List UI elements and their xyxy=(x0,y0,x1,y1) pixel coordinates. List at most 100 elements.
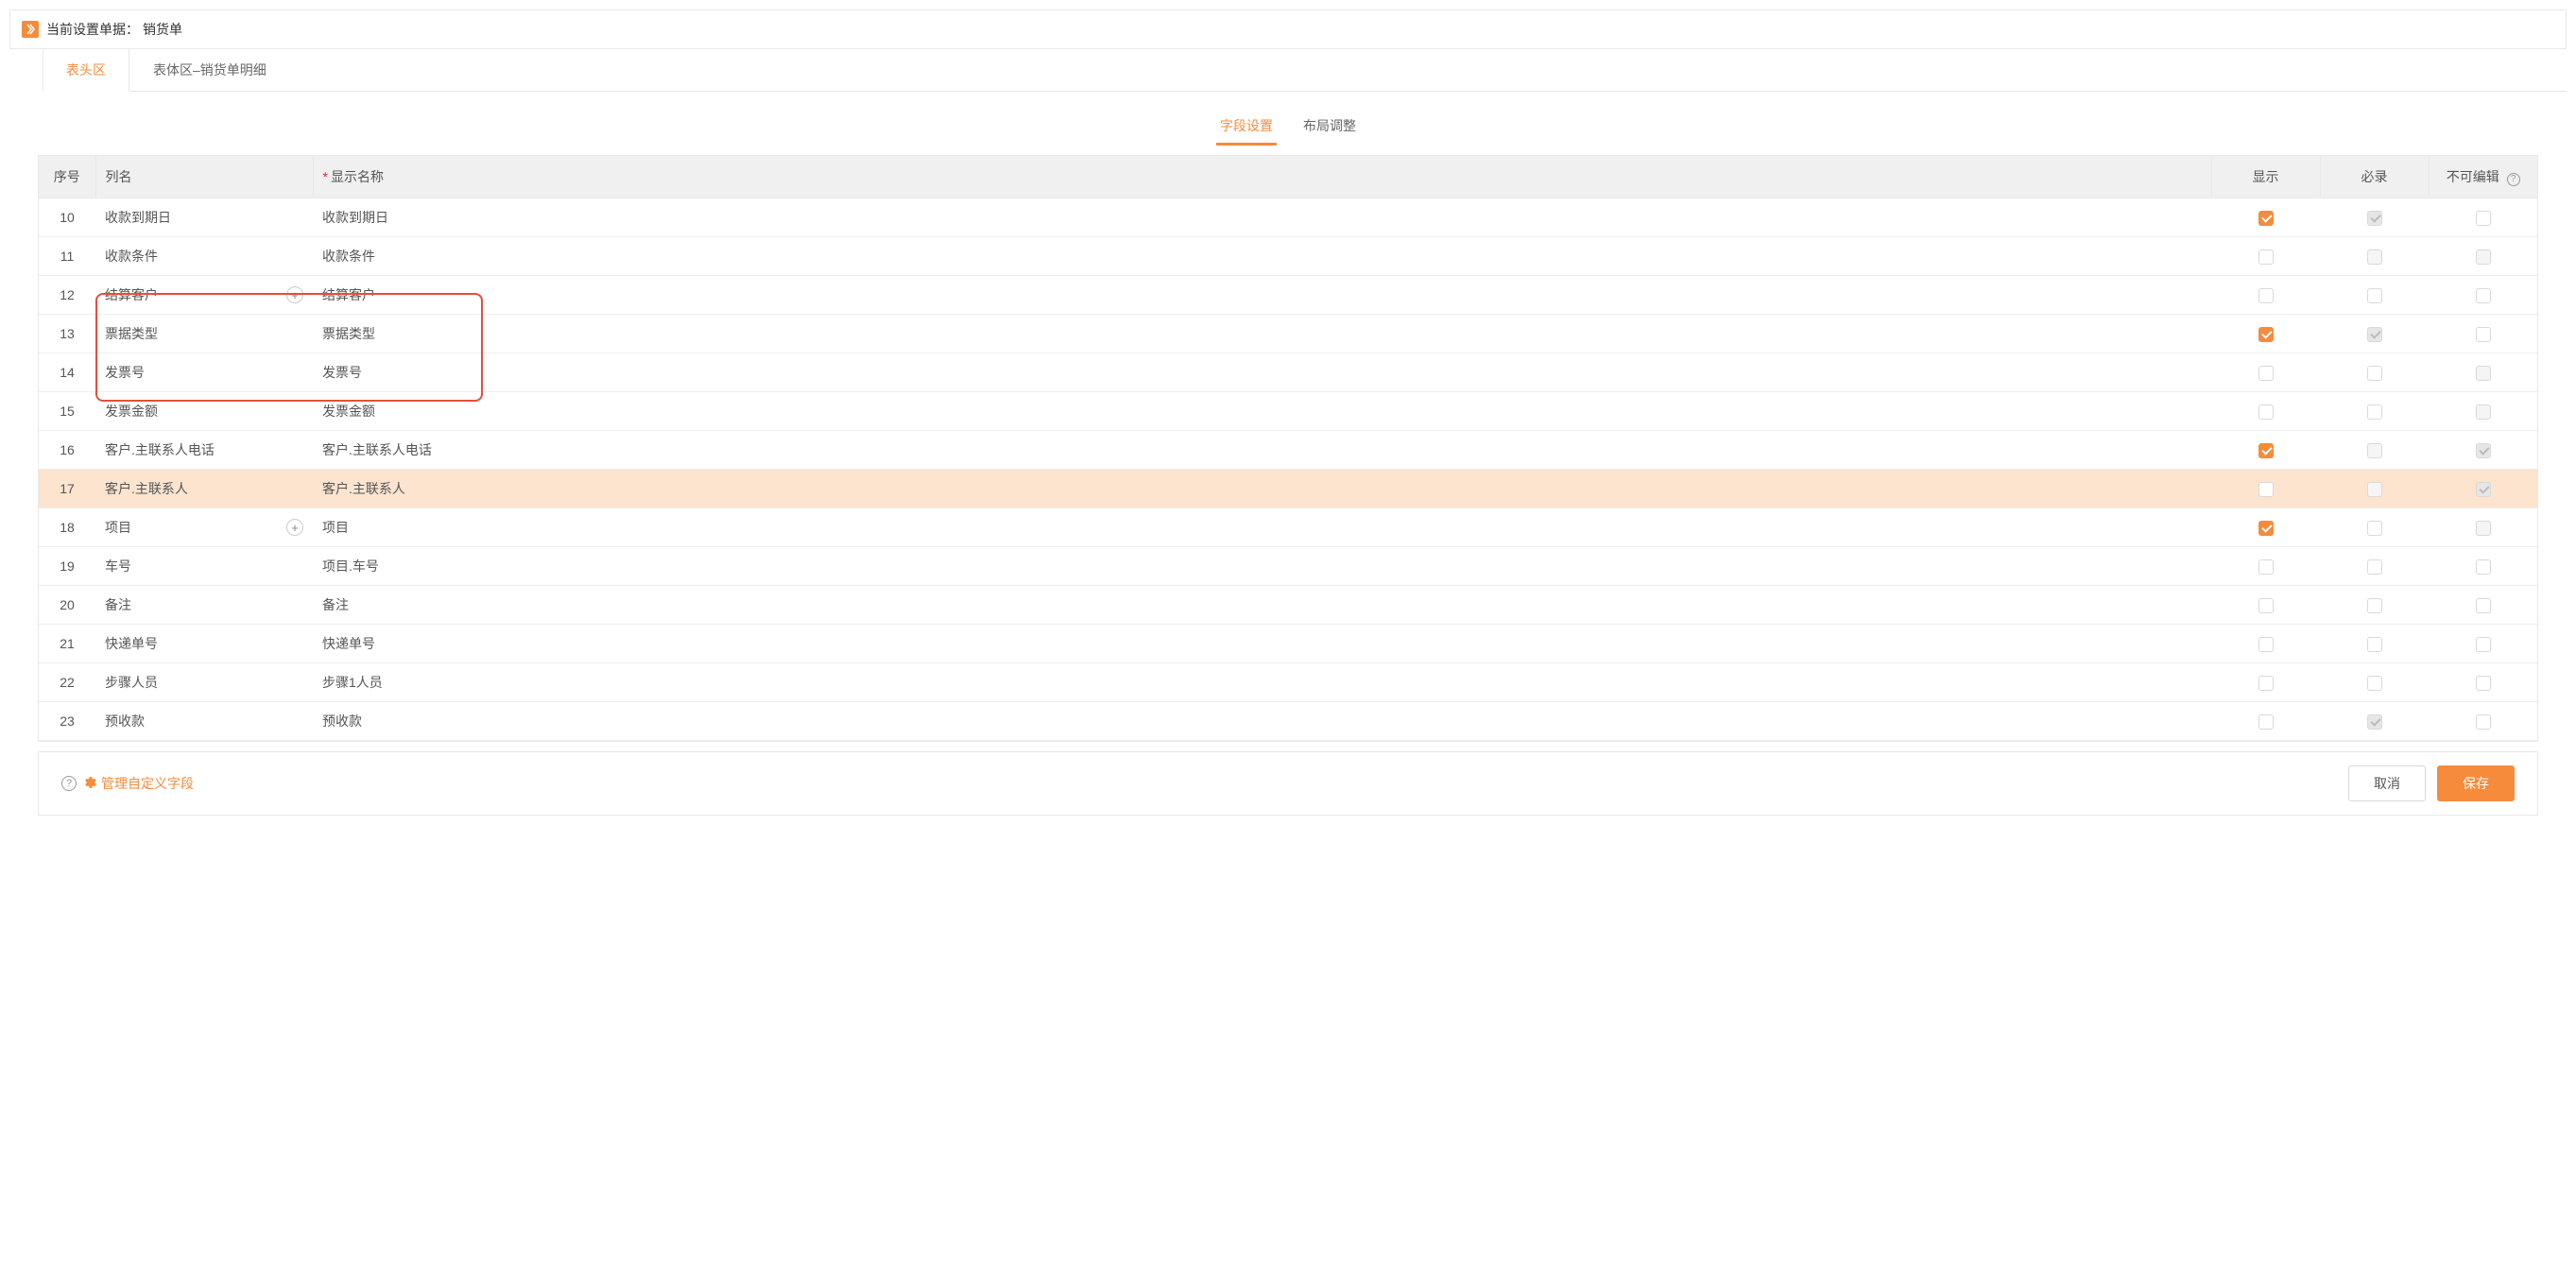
sub-tab-0[interactable]: 字段设置 xyxy=(1216,109,1277,146)
row-display-name[interactable]: 客户.主联系人 xyxy=(313,470,2211,508)
header-show: 显示 xyxy=(2211,156,2320,198)
tab-0[interactable]: 表头区 xyxy=(43,48,129,92)
row-display-name[interactable]: 发票号 xyxy=(313,353,2211,392)
row-seq: 10 xyxy=(39,198,95,237)
row-col-name: 票据类型 xyxy=(95,315,313,353)
checkbox-show[interactable] xyxy=(2258,637,2274,652)
table-row: 20备注备注 xyxy=(39,586,2537,625)
row-col-name: 发票金额 xyxy=(95,392,313,431)
row-display-name[interactable]: 备注 xyxy=(313,586,2211,625)
row-display-name[interactable]: 项目.车号 xyxy=(313,547,2211,586)
table-row: 13票据类型票据类型 xyxy=(39,315,2537,353)
row-seq: 22 xyxy=(39,663,95,702)
checkbox-show[interactable] xyxy=(2258,404,2274,420)
checkbox-required[interactable] xyxy=(2367,366,2382,381)
plus-icon[interactable]: + xyxy=(286,519,303,536)
row-seq: 16 xyxy=(39,431,95,470)
sub-tabs: 字段设置布局调整 xyxy=(9,92,2567,146)
tabs: 表头区表体区–销货单明细 xyxy=(43,48,2567,92)
row-display-name[interactable]: 发票金额 xyxy=(313,392,2211,431)
gear-icon xyxy=(84,776,97,792)
checkbox-show[interactable] xyxy=(2258,521,2274,536)
table-row: 15发票金额发票金额 xyxy=(39,392,2537,431)
checkbox-show[interactable] xyxy=(2258,482,2274,497)
plus-icon[interactable]: + xyxy=(286,286,303,303)
checkbox-readonly[interactable] xyxy=(2476,288,2491,303)
row-seq: 18 xyxy=(39,508,95,547)
row-seq: 14 xyxy=(39,353,95,392)
checkbox-show[interactable] xyxy=(2258,443,2274,458)
row-display-name[interactable]: 结算客户 xyxy=(313,276,2211,315)
checkbox-readonly[interactable] xyxy=(2476,598,2491,613)
footer: ? 管理自定义字段 取消 保存 xyxy=(38,751,2538,816)
checkbox-readonly[interactable] xyxy=(2476,559,2491,575)
checkbox-required[interactable] xyxy=(2367,598,2382,613)
sub-tab-1[interactable]: 布局调整 xyxy=(1299,109,1360,146)
checkbox-show[interactable] xyxy=(2258,211,2274,226)
checkbox-required[interactable] xyxy=(2367,404,2382,420)
header-prefix: 当前设置单据： xyxy=(46,20,139,39)
tab-1[interactable]: 表体区–销货单明细 xyxy=(129,48,290,92)
checkbox-show[interactable] xyxy=(2258,327,2274,342)
row-display-name[interactable]: 步骤1人员 xyxy=(313,663,2211,702)
row-seq: 19 xyxy=(39,547,95,586)
table-row: 17客户.主联系人客户.主联系人 xyxy=(39,470,2537,508)
save-button[interactable]: 保存 xyxy=(2437,765,2515,801)
table-wrap: 序号 列名 *显示名称 显示 必录 不可编辑 ? 10收款到期日收款到期日11收… xyxy=(38,155,2538,742)
checkbox-readonly xyxy=(2476,366,2491,381)
checkbox-show[interactable] xyxy=(2258,598,2274,613)
checkbox-readonly[interactable] xyxy=(2476,327,2491,342)
row-display-name[interactable]: 票据类型 xyxy=(313,315,2211,353)
checkbox-readonly xyxy=(2476,249,2491,265)
checkbox-required[interactable] xyxy=(2367,676,2382,691)
collapse-button[interactable] xyxy=(22,21,39,38)
cancel-button[interactable]: 取消 xyxy=(2348,765,2426,801)
row-seq: 20 xyxy=(39,586,95,625)
checkbox-required[interactable] xyxy=(2367,637,2382,652)
row-seq: 15 xyxy=(39,392,95,431)
checkbox-show[interactable] xyxy=(2258,676,2274,691)
row-col-name: 车号 xyxy=(95,547,313,586)
checkbox-readonly[interactable] xyxy=(2476,714,2491,730)
manage-custom-fields-link[interactable]: 管理自定义字段 xyxy=(84,774,194,793)
header-readonly: 不可编辑 ? xyxy=(2429,156,2537,198)
chevron-right-icon xyxy=(25,24,36,35)
row-seq: 23 xyxy=(39,702,95,741)
row-display-name[interactable]: 收款到期日 xyxy=(313,198,2211,237)
row-col-name: 步骤人员 xyxy=(95,663,313,702)
checkbox-required xyxy=(2367,327,2382,342)
header-display-name: *显示名称 xyxy=(313,156,2211,198)
checkbox-readonly[interactable] xyxy=(2476,637,2491,652)
row-col-name: 收款条件 xyxy=(95,237,313,276)
row-display-name[interactable]: 项目 xyxy=(313,508,2211,547)
row-seq: 17 xyxy=(39,470,95,508)
table-row: 16客户.主联系人电话客户.主联系人电话 xyxy=(39,431,2537,470)
table-row: 23预收款预收款 xyxy=(39,702,2537,741)
checkbox-readonly xyxy=(2476,482,2491,497)
row-display-name[interactable]: 预收款 xyxy=(313,702,2211,741)
row-display-name[interactable]: 快递单号 xyxy=(313,625,2211,663)
checkbox-readonly[interactable] xyxy=(2476,211,2491,226)
checkbox-show[interactable] xyxy=(2258,559,2274,575)
row-col-name: 客户.主联系人 xyxy=(95,470,313,508)
table-row: 10收款到期日收款到期日 xyxy=(39,198,2537,237)
question-icon[interactable]: ? xyxy=(61,776,77,791)
checkbox-required[interactable] xyxy=(2367,521,2382,536)
row-col-name: 备注 xyxy=(95,586,313,625)
row-col-name: 快递单号 xyxy=(95,625,313,663)
checkbox-readonly[interactable] xyxy=(2476,676,2491,691)
required-star-icon: * xyxy=(323,169,328,184)
checkbox-show[interactable] xyxy=(2258,288,2274,303)
header-bar: 当前设置单据： 销货单 xyxy=(9,9,2567,49)
checkbox-required xyxy=(2367,443,2382,458)
checkbox-required[interactable] xyxy=(2367,288,2382,303)
row-display-name[interactable]: 客户.主联系人电话 xyxy=(313,431,2211,470)
help-icon[interactable]: ? xyxy=(2507,173,2520,186)
table-row: 12结算客户+结算客户 xyxy=(39,276,2537,315)
row-display-name[interactable]: 收款条件 xyxy=(313,237,2211,276)
checkbox-show[interactable] xyxy=(2258,714,2274,730)
table-row: 22步骤人员步骤1人员 xyxy=(39,663,2537,702)
checkbox-required[interactable] xyxy=(2367,559,2382,575)
checkbox-show[interactable] xyxy=(2258,249,2274,265)
checkbox-show[interactable] xyxy=(2258,366,2274,381)
